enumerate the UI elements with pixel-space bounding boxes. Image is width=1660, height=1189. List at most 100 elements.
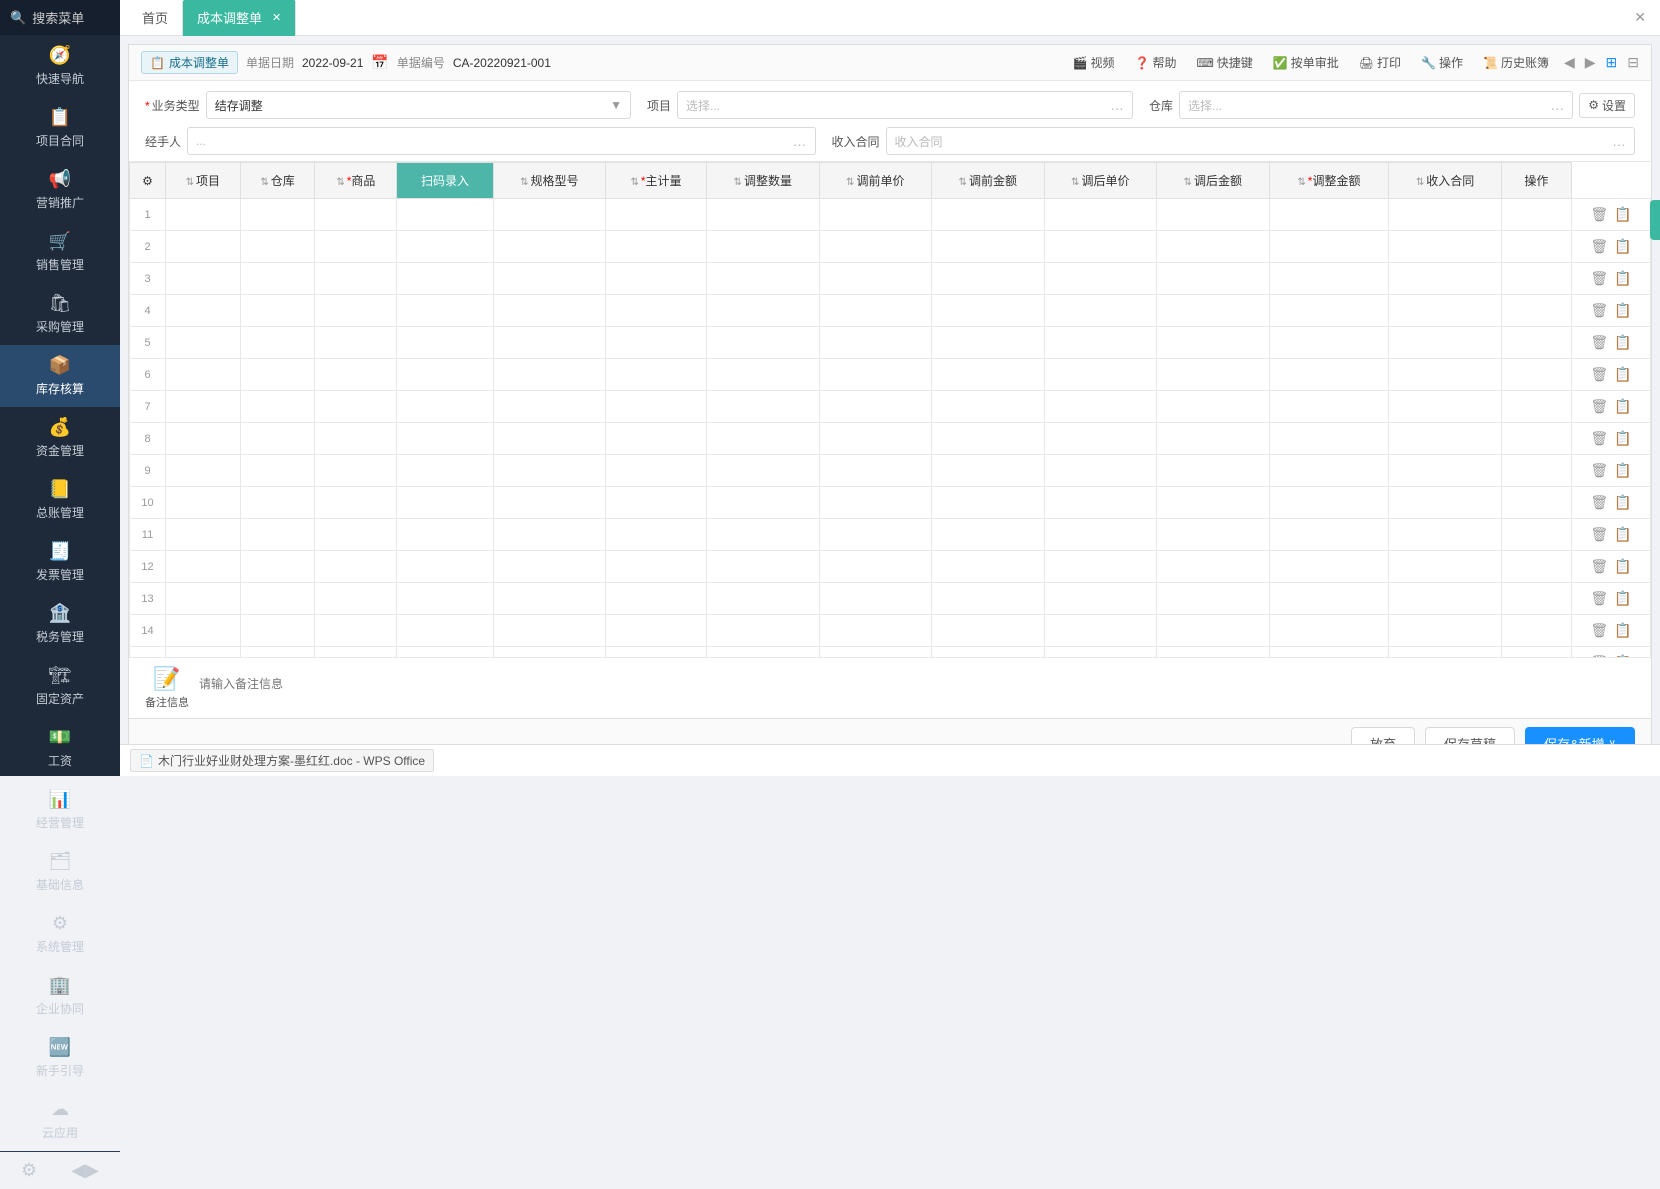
cell-14-12[interactable] xyxy=(1389,615,1502,647)
cell-3-8[interactable] xyxy=(932,263,1045,295)
cell-11-7[interactable] xyxy=(819,519,932,551)
cell-8-11[interactable] xyxy=(1269,423,1389,455)
row-delete-icon[interactable]: 🗑 xyxy=(1590,622,1608,639)
cell-15-4[interactable] xyxy=(493,647,606,658)
row-delete-icon[interactable]: 🗑 xyxy=(1590,238,1608,255)
row-delete-icon[interactable]: 🗑 xyxy=(1590,590,1608,607)
cell-8-8[interactable] xyxy=(932,423,1045,455)
cell-15-13[interactable] xyxy=(1501,647,1571,658)
cell-9-11[interactable] xyxy=(1269,455,1389,487)
cell-12-4[interactable] xyxy=(493,551,606,583)
cell-3-5[interactable] xyxy=(606,263,707,295)
cell-8-6[interactable] xyxy=(707,423,820,455)
cell-13-3[interactable] xyxy=(397,583,493,615)
cell-12-5[interactable] xyxy=(606,551,707,583)
cell-15-0[interactable] xyxy=(166,647,241,658)
cell-4-3[interactable] xyxy=(397,295,493,327)
sidebar-item-sales-promotion[interactable]: 📢 营销推广 xyxy=(0,159,120,221)
cell-8-4[interactable] xyxy=(493,423,606,455)
cell-15-1[interactable] xyxy=(240,647,315,658)
cell-10-6[interactable] xyxy=(707,487,820,519)
cell-7-10[interactable] xyxy=(1157,391,1270,423)
cell-14-5[interactable] xyxy=(606,615,707,647)
nav-prev-icon[interactable]: ◀ xyxy=(1564,54,1575,71)
cell-7-13[interactable] xyxy=(1501,391,1571,423)
cell-9-1[interactable] xyxy=(240,455,315,487)
cell-10-0[interactable] xyxy=(166,487,241,519)
cell-9-0[interactable] xyxy=(166,455,241,487)
cell-15-3[interactable] xyxy=(397,647,493,658)
sidebar-search[interactable]: 🔍 搜索菜单 xyxy=(0,0,120,35)
cell-9-9[interactable] xyxy=(1044,455,1157,487)
row-delete-icon[interactable]: 🗑 xyxy=(1590,270,1608,287)
cell-8-13[interactable] xyxy=(1501,423,1571,455)
cell-2-9[interactable] xyxy=(1044,231,1157,263)
cell-10-2[interactable] xyxy=(315,487,397,519)
cell-5-11[interactable] xyxy=(1269,327,1389,359)
cell-4-7[interactable] xyxy=(819,295,932,327)
cell-10-1[interactable] xyxy=(240,487,315,519)
biz-type-input[interactable]: 结存调整 ▼ xyxy=(206,91,631,119)
cell-2-11[interactable] xyxy=(1269,231,1389,263)
cell-12-13[interactable] xyxy=(1501,551,1571,583)
cell-2-7[interactable] xyxy=(819,231,932,263)
cell-6-9[interactable] xyxy=(1044,359,1157,391)
cell-13-4[interactable] xyxy=(493,583,606,615)
cell-7-9[interactable] xyxy=(1044,391,1157,423)
cell-5-6[interactable] xyxy=(707,327,820,359)
cell-5-1[interactable] xyxy=(240,327,315,359)
cell-13-6[interactable] xyxy=(707,583,820,615)
row-delete-icon[interactable]: 🗑 xyxy=(1590,494,1608,511)
cell-4-1[interactable] xyxy=(240,295,315,327)
row-delete-icon[interactable]: 🗑 xyxy=(1590,302,1608,319)
cell-5-2[interactable] xyxy=(315,327,397,359)
cell-1-0[interactable] xyxy=(166,199,241,231)
row-copy-icon[interactable]: 📋 xyxy=(1614,558,1631,575)
tab-home[interactable]: 首页 xyxy=(128,0,183,36)
cell-1-6[interactable] xyxy=(707,199,820,231)
cell-9-12[interactable] xyxy=(1389,455,1502,487)
cell-6-2[interactable] xyxy=(315,359,397,391)
cell-13-0[interactable] xyxy=(166,583,241,615)
income-contract-input[interactable]: 收入合同 xyxy=(886,127,1635,155)
cell-14-2[interactable] xyxy=(315,615,397,647)
cell-10-3[interactable] xyxy=(397,487,493,519)
cell-12-8[interactable] xyxy=(932,551,1045,583)
row-copy-icon[interactable]: 📋 xyxy=(1614,494,1631,511)
row-copy-icon[interactable]: 📋 xyxy=(1614,526,1631,543)
cell-12-9[interactable] xyxy=(1044,551,1157,583)
sidebar-item-enterprise[interactable]: 🏢 企业协同 xyxy=(0,965,120,1027)
cell-3-11[interactable] xyxy=(1269,263,1389,295)
cell-6-13[interactable] xyxy=(1501,359,1571,391)
cell-14-11[interactable] xyxy=(1269,615,1389,647)
warehouse-input[interactable]: 选择... xyxy=(1179,91,1573,119)
cell-5-10[interactable] xyxy=(1157,327,1270,359)
cell-10-7[interactable] xyxy=(819,487,932,519)
cell-3-4[interactable] xyxy=(493,263,606,295)
row-copy-icon[interactable]: 📋 xyxy=(1614,398,1631,415)
cell-7-5[interactable] xyxy=(606,391,707,423)
cell-11-9[interactable] xyxy=(1044,519,1157,551)
row-delete-icon[interactable]: 🗑 xyxy=(1590,334,1608,351)
cell-11-4[interactable] xyxy=(493,519,606,551)
review-btn[interactable]: ✅ 按单审批 xyxy=(1268,52,1344,73)
cell-12-12[interactable] xyxy=(1389,551,1502,583)
cell-14-8[interactable] xyxy=(932,615,1045,647)
cell-6-11[interactable] xyxy=(1269,359,1389,391)
cell-1-2[interactable] xyxy=(315,199,397,231)
cell-9-7[interactable] xyxy=(819,455,932,487)
cell-6-10[interactable] xyxy=(1157,359,1270,391)
cell-10-4[interactable] xyxy=(493,487,606,519)
cell-6-1[interactable] xyxy=(240,359,315,391)
cell-14-13[interactable] xyxy=(1501,615,1571,647)
cell-15-2[interactable] xyxy=(315,647,397,658)
cell-1-13[interactable] xyxy=(1501,199,1571,231)
cell-4-8[interactable] xyxy=(932,295,1045,327)
sidebar-item-ledger-mgmt[interactable]: 📒 总账管理 xyxy=(0,469,120,531)
cell-5-5[interactable] xyxy=(606,327,707,359)
cell-4-5[interactable] xyxy=(606,295,707,327)
sidebar-item-purchase-mgmt[interactable]: 🛍 采购管理 xyxy=(0,283,120,345)
cell-11-2[interactable] xyxy=(315,519,397,551)
table-settings-col[interactable]: ⚙ xyxy=(130,163,166,199)
cell-6-0[interactable] xyxy=(166,359,241,391)
